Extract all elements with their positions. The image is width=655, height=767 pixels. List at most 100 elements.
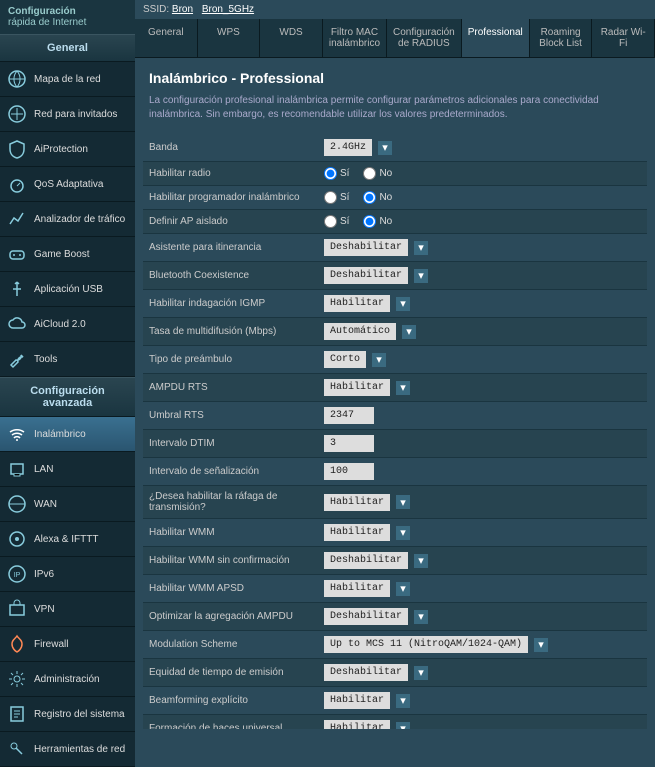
text-input[interactable] [324, 463, 374, 480]
tab-configuración-de-radius[interactable]: Configuración de RADIUS [387, 19, 462, 57]
tab-filtro-mac-inalámbrico[interactable]: Filtro MAC inalámbrico [323, 19, 387, 57]
setting-row: ¿Desea habilitar la ráfaga de transmisió… [143, 486, 647, 519]
quick-config[interactable]: Configuraciónrápida de Internet [0, 0, 135, 34]
setting-label: Formación de haces universal [149, 723, 324, 729]
tab-roaming-block-list[interactable]: Roaming Block List [530, 19, 593, 57]
aicloud-icon [6, 313, 28, 335]
setting-row: Bluetooth CoexistenceDeshabilitar▾ [143, 262, 647, 290]
sidebar-item-aiprot[interactable]: AiProtection [0, 132, 135, 167]
dropdown-icon[interactable]: ▾ [414, 241, 428, 255]
sidebar-item-gameboost[interactable]: Game Boost [0, 237, 135, 272]
radio-no[interactable]: No [363, 191, 392, 204]
dropdown-icon[interactable]: ▾ [396, 381, 410, 395]
dropdown-icon[interactable]: ▾ [414, 554, 428, 568]
sidebar-item-guest[interactable]: Red para invitados [0, 97, 135, 132]
sidebar-item-ipv6[interactable]: IPIPv6 [0, 557, 135, 592]
select-value[interactable]: Habilitar [324, 580, 390, 597]
sidebar-item-wireless[interactable]: Inalámbrico [0, 417, 135, 452]
dropdown-icon[interactable]: ▾ [414, 610, 428, 624]
dropdown-icon[interactable]: ▾ [414, 269, 428, 283]
main-panel: SSID: Bron Bron_5GHz GeneralWPSWDSFiltro… [135, 0, 655, 729]
dropdown-icon[interactable]: ▾ [378, 141, 392, 155]
select-value[interactable]: Deshabilitar [324, 608, 408, 625]
select-value[interactable]: Deshabilitar [324, 664, 408, 681]
lan-icon [6, 458, 28, 480]
wireless-icon [6, 423, 28, 445]
sidebar-item-firewall[interactable]: Firewall [0, 627, 135, 662]
select-value[interactable]: Deshabilitar [324, 239, 408, 256]
tab-professional[interactable]: Professional [462, 19, 530, 57]
sidebar-item-syslog[interactable]: Registro del sistema [0, 697, 135, 732]
setting-row: Habilitar indagación IGMPHabilitar▾ [143, 290, 647, 318]
dropdown-icon[interactable]: ▾ [396, 722, 410, 730]
setting-label: Habilitar WMM APSD [149, 583, 324, 594]
sidebar-item-label: Inalámbrico [34, 429, 86, 440]
select-value[interactable]: Deshabilitar [324, 267, 408, 284]
text-input[interactable] [324, 435, 374, 452]
tab-wds[interactable]: WDS [260, 19, 323, 57]
sidebar-item-aicloud[interactable]: AiCloud 2.0 [0, 307, 135, 342]
setting-row: Habilitar programador inalámbricoSíNo [143, 186, 647, 210]
tab-general[interactable]: General [135, 19, 198, 57]
sidebar-item-analyzer[interactable]: Analizador de tráfico [0, 202, 135, 237]
setting-label: Tasa de multidifusión (Mbps) [149, 326, 324, 337]
select-value[interactable]: 2.4GHz [324, 139, 372, 156]
radio-no[interactable]: No [363, 167, 392, 180]
setting-label: ¿Desea habilitar la ráfaga de transmisió… [149, 491, 324, 513]
setting-row: AMPDU RTSHabilitar▾ [143, 374, 647, 402]
radio-no[interactable]: No [363, 215, 392, 228]
dropdown-icon[interactable]: ▾ [396, 526, 410, 540]
radio-si[interactable]: Sí [324, 167, 349, 180]
sidebar-item-alexa[interactable]: Alexa & IFTTT [0, 522, 135, 557]
text-input[interactable] [324, 407, 374, 424]
dropdown-icon[interactable]: ▾ [402, 325, 416, 339]
select-value[interactable]: Habilitar [324, 494, 390, 511]
analyzer-icon [6, 208, 28, 230]
select-value[interactable]: Habilitar [324, 379, 390, 396]
select-value[interactable]: Up to MCS 11 (NitroQAM/1024-QAM) [324, 636, 528, 653]
sidebar-item-label: Alexa & IFTTT [34, 534, 98, 545]
dropdown-icon[interactable]: ▾ [396, 694, 410, 708]
select-value[interactable]: Habilitar [324, 295, 390, 312]
sidebar-item-vpn[interactable]: VPN [0, 592, 135, 627]
syslog-icon [6, 703, 28, 725]
dropdown-icon[interactable]: ▾ [396, 297, 410, 311]
select-value[interactable]: Habilitar [324, 692, 390, 709]
setting-row: Habilitar WMM sin confirmaciónDeshabilit… [143, 547, 647, 575]
sidebar-item-map[interactable]: Mapa de la red [0, 62, 135, 97]
sidebar-item-qos[interactable]: QoS Adaptativa [0, 167, 135, 202]
setting-row: Intervalo de señalización [143, 458, 647, 486]
select-value[interactable]: Corto [324, 351, 366, 368]
sidebar-item-label: Red para invitados [34, 109, 117, 120]
radio-si[interactable]: Sí [324, 215, 349, 228]
dropdown-icon[interactable]: ▾ [534, 638, 548, 652]
tab-radar-wi-fi[interactable]: Radar Wi-Fi [592, 19, 655, 57]
ssid-link-1[interactable]: Bron [172, 4, 193, 15]
dropdown-icon[interactable]: ▾ [414, 666, 428, 680]
select-value[interactable]: Habilitar [324, 720, 390, 729]
dropdown-icon[interactable]: ▾ [396, 495, 410, 509]
sidebar-item-lan[interactable]: LAN [0, 452, 135, 487]
sidebar-item-nettools[interactable]: Herramientas de red [0, 732, 135, 767]
select-value[interactable]: Deshabilitar [324, 552, 408, 569]
sidebar-item-wan[interactable]: WAN [0, 487, 135, 522]
ssid-bar: SSID: Bron Bron_5GHz [135, 0, 655, 19]
sidebar-item-label: Analizador de tráfico [34, 214, 125, 225]
gameboost-icon [6, 243, 28, 265]
tab-wps[interactable]: WPS [198, 19, 261, 57]
setting-label: Asistente para itinerancia [149, 242, 324, 253]
aiprot-icon [6, 138, 28, 160]
dropdown-icon[interactable]: ▾ [372, 353, 386, 367]
sidebar-item-usb[interactable]: Aplicación USB [0, 272, 135, 307]
sidebar-item-admin[interactable]: Administración [0, 662, 135, 697]
sidebar-item-label: VPN [34, 604, 55, 615]
dropdown-icon[interactable]: ▾ [396, 582, 410, 596]
ssid-link-2[interactable]: Bron_5GHz [202, 4, 254, 15]
guest-icon [6, 103, 28, 125]
select-value[interactable]: Automático [324, 323, 396, 340]
setting-row: Modulation SchemeUp to MCS 11 (NitroQAM/… [143, 631, 647, 659]
select-value[interactable]: Habilitar [324, 524, 390, 541]
sidebar-item-tools[interactable]: Tools [0, 342, 135, 377]
radio-si[interactable]: Sí [324, 191, 349, 204]
sidebar-item-label: Mapa de la red [34, 74, 101, 85]
